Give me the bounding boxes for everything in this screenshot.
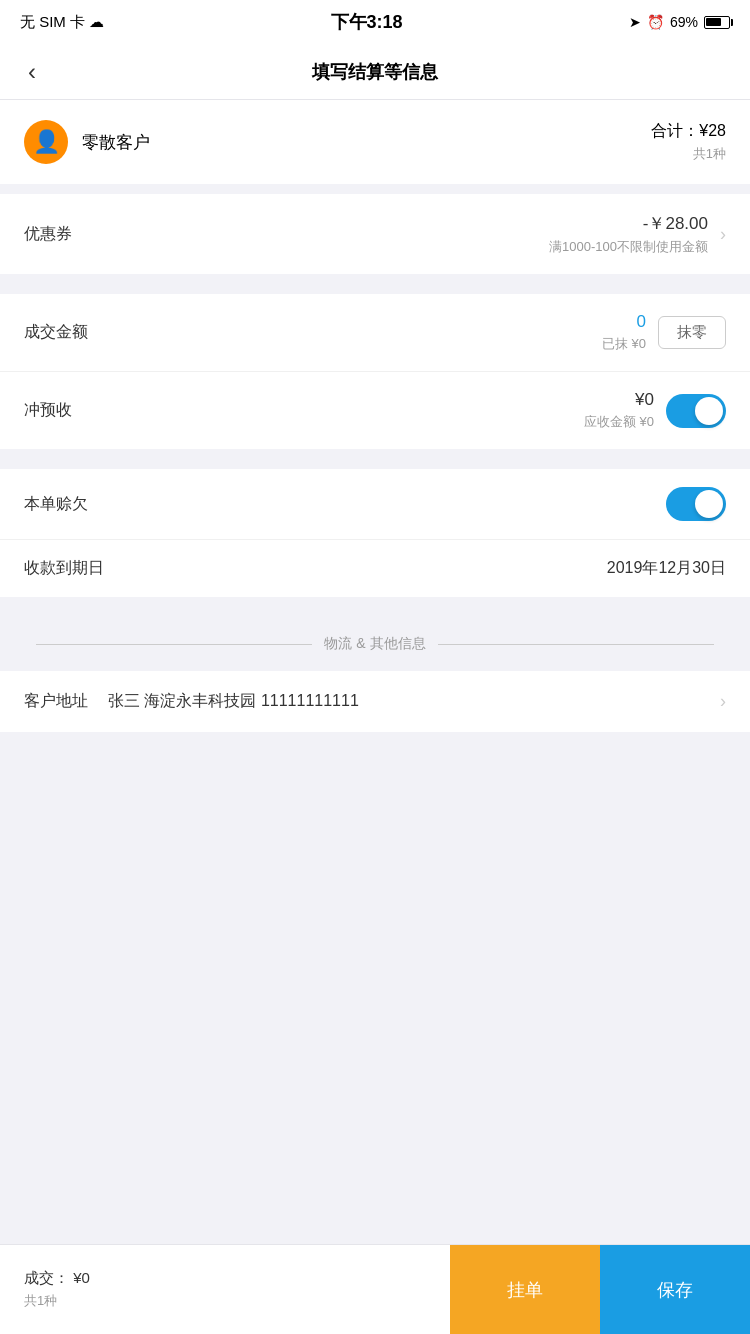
address-value: 张三 海淀永丰科技园 11111111111: [108, 691, 720, 712]
deal-right: 0 已抹 ¥0 抹零: [602, 312, 726, 353]
avatar-icon: 👤: [33, 129, 60, 155]
coupon-section[interactable]: 优惠券 -￥28.00 满1000-100不限制使用金额 ›: [0, 194, 750, 274]
bottom-bar: 成交： ¥0 共1种 挂单 保存: [0, 1244, 750, 1334]
location-icon: ➤: [629, 14, 641, 30]
advance-value: ¥0: [584, 390, 654, 410]
customer-row: 👤 零散客户 合计：¥28 共1种: [0, 100, 750, 184]
zero-button[interactable]: 抹零: [658, 316, 726, 349]
deal-subtext: 已抹 ¥0: [602, 335, 646, 353]
address-section[interactable]: 客户地址 张三 海淀永丰科技园 11111111111 ›: [0, 671, 750, 732]
section-gap-4: [0, 742, 750, 752]
battery-icon: [704, 16, 730, 29]
bottom-count-label: 共1种: [24, 1292, 426, 1310]
advance-subtext: 应收金额 ¥0: [584, 413, 654, 431]
empty-space: [0, 752, 750, 952]
deal-label: 成交金额: [24, 322, 88, 343]
alarm-icon: ⏰: [647, 14, 664, 30]
deal-value: 0: [602, 312, 646, 332]
debt-section: 本单赊欠 收款到期日 2019年12月30日: [0, 469, 750, 597]
deal-row: 成交金额 0 已抹 ¥0 抹零: [0, 294, 750, 372]
status-right: ➤ ⏰ 69%: [629, 14, 730, 30]
total-amount: 合计：¥28: [651, 121, 726, 142]
debt-toggle[interactable]: [666, 487, 726, 521]
debt-label: 本单赊欠: [24, 494, 88, 515]
status-bar: 无 SIM 卡 ☁ 下午3:18 ➤ ⏰ 69%: [0, 0, 750, 44]
bottom-actions: 挂单 保存: [450, 1245, 750, 1334]
logistics-header: 物流 & 其他信息: [0, 617, 750, 671]
advance-label: 冲预收: [24, 400, 72, 421]
hold-button[interactable]: 挂单: [450, 1245, 600, 1334]
debt-row: 本单赊欠: [0, 469, 750, 540]
section-gap-3: [0, 607, 750, 617]
status-left: 无 SIM 卡 ☁: [20, 13, 104, 32]
advance-value-col: ¥0 应收金额 ¥0: [584, 390, 654, 431]
coupon-value-col: -￥28.00 满1000-100不限制使用金额: [549, 212, 708, 256]
customer-total: 合计：¥28 共1种: [651, 121, 726, 163]
advance-right: ¥0 应收金额 ¥0: [584, 390, 726, 431]
total-count: 共1种: [651, 145, 726, 163]
nav-bar: ‹ 填写结算等信息: [0, 44, 750, 100]
bottom-info: 成交： ¥0 共1种: [0, 1269, 450, 1310]
debt-right: [666, 487, 726, 521]
chevron-right-icon: ›: [720, 224, 726, 245]
address-row[interactable]: 客户地址 张三 海淀永丰科技园 11111111111 ›: [0, 671, 750, 732]
deal-value-col: 0 已抹 ¥0: [602, 312, 646, 353]
customer-section: 👤 零散客户 合计：¥28 共1种: [0, 100, 750, 184]
coupon-row[interactable]: 优惠券 -￥28.00 满1000-100不限制使用金额 ›: [0, 194, 750, 274]
sim-label: 无 SIM 卡 ☁: [20, 13, 104, 32]
content-area: 👤 零散客户 合计：¥28 共1种 优惠券 -￥28.00 满1000-100不…: [0, 100, 750, 1042]
back-button[interactable]: ‹: [20, 50, 44, 94]
save-button[interactable]: 保存: [600, 1245, 750, 1334]
due-date-row: 收款到期日 2019年12月30日: [0, 540, 750, 597]
coupon-label: 优惠券: [24, 224, 72, 245]
address-chevron-icon: ›: [720, 691, 726, 712]
coupon-subtext: 满1000-100不限制使用金额: [549, 238, 708, 256]
bottom-deal-label: 成交： ¥0: [24, 1269, 426, 1288]
customer-avatar: 👤: [24, 120, 68, 164]
battery-percent: 69%: [670, 14, 698, 30]
coupon-right: -￥28.00 满1000-100不限制使用金额 ›: [549, 212, 726, 256]
due-date-label: 收款到期日: [24, 558, 104, 579]
address-label: 客户地址: [24, 691, 88, 712]
coupon-discount: -￥28.00: [549, 212, 708, 235]
section-gap-1: [0, 284, 750, 294]
customer-left: 👤 零散客户: [24, 120, 150, 164]
logistics-label: 物流 & 其他信息: [324, 635, 425, 653]
due-date-value: 2019年12月30日: [607, 558, 726, 579]
advance-row: 冲预收 ¥0 应收金额 ¥0: [0, 372, 750, 449]
page-title: 填写结算等信息: [312, 60, 438, 84]
customer-name: 零散客户: [82, 131, 150, 154]
section-gap-2: [0, 459, 750, 469]
advance-toggle[interactable]: [666, 394, 726, 428]
deal-section: 成交金额 0 已抹 ¥0 抹零 冲预收 ¥0 应收金额 ¥0: [0, 294, 750, 449]
status-time: 下午3:18: [331, 10, 403, 34]
